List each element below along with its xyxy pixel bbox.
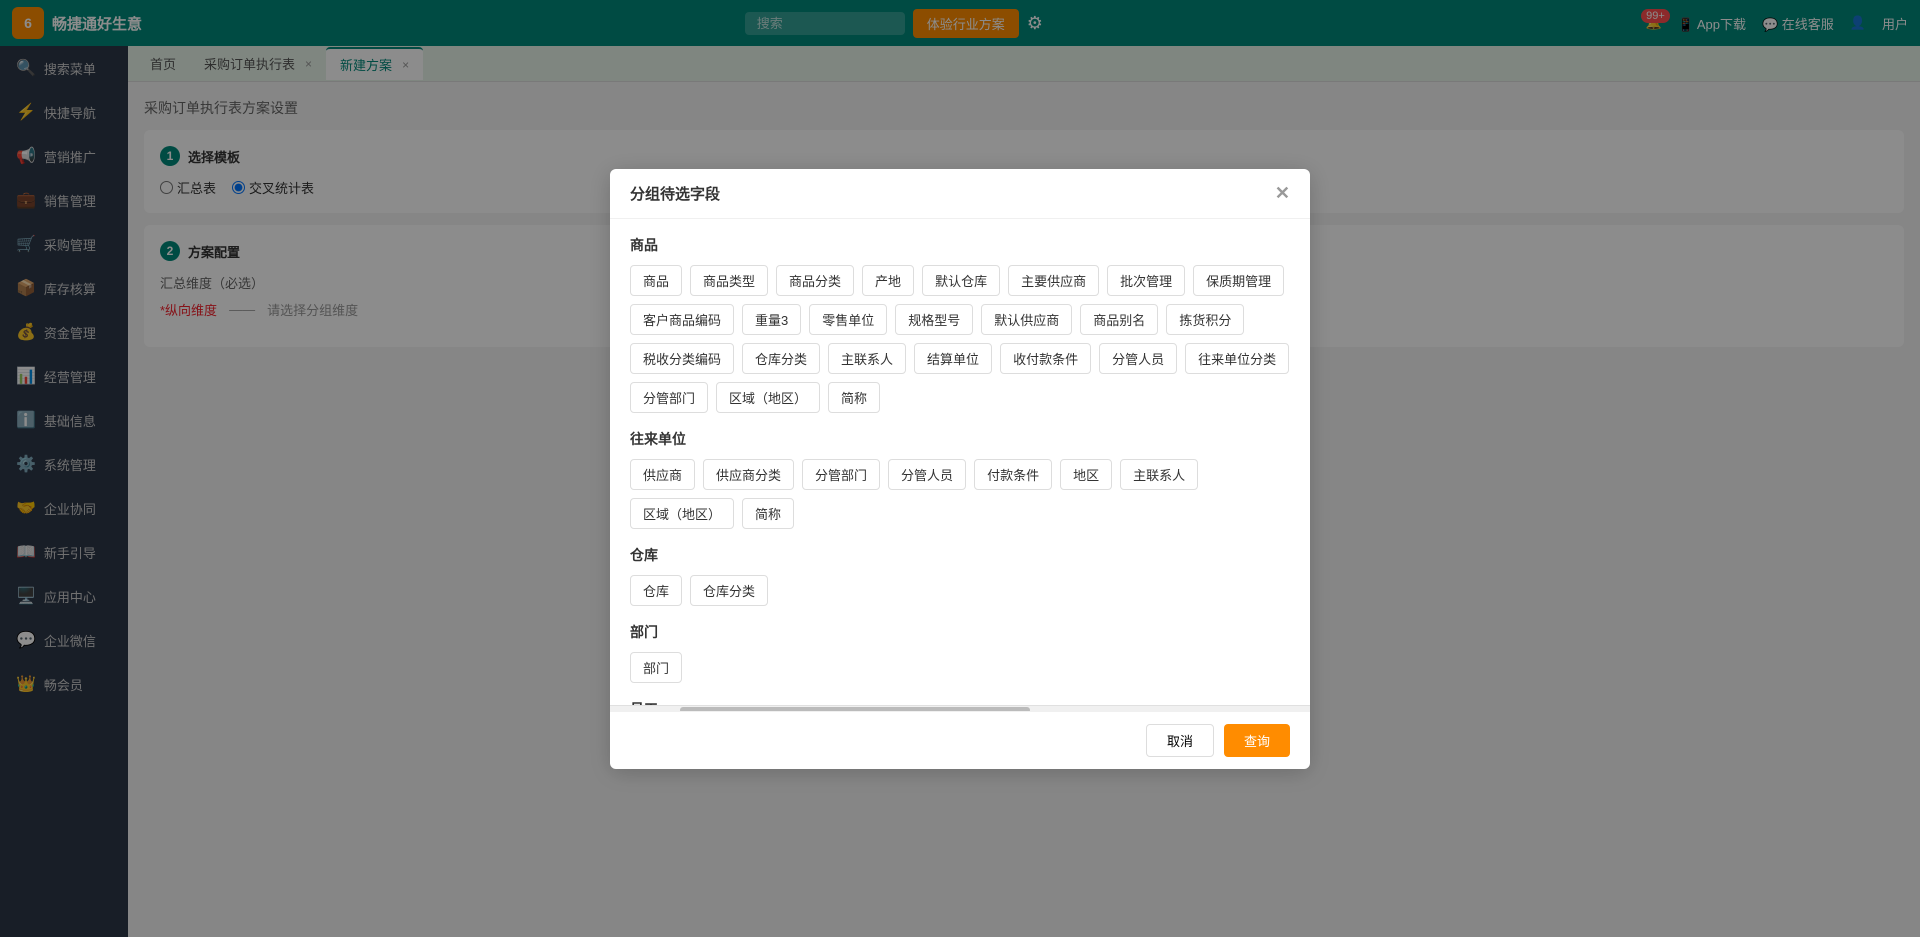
- field-warehouse[interactable]: 仓库: [630, 575, 682, 606]
- field-product[interactable]: 商品: [630, 265, 682, 296]
- modal-title: 分组待选字段: [630, 183, 720, 204]
- field-region-product[interactable]: 区域（地区）: [716, 382, 820, 413]
- field-retail-unit[interactable]: 零售单位: [809, 304, 887, 335]
- section-warehouse-fields: 仓库 仓库分类: [630, 575, 1290, 606]
- field-default-warehouse[interactable]: 默认仓库: [922, 265, 1000, 296]
- field-customer-code[interactable]: 客户商品编码: [630, 304, 734, 335]
- section-partner: 往来单位 供应商 供应商分类 分管部门 分管人员 付款条件 地区 主联系人 区域…: [630, 429, 1290, 529]
- section-partner-title: 往来单位: [630, 429, 1290, 449]
- field-batch-mgmt[interactable]: 批次管理: [1107, 265, 1185, 296]
- field-spec-model[interactable]: 规格型号: [895, 304, 973, 335]
- field-product-type[interactable]: 商品类型: [690, 265, 768, 296]
- modal-footer: 取消 查询: [610, 711, 1310, 769]
- field-product-alias[interactable]: 商品别名: [1080, 304, 1158, 335]
- field-pick-points[interactable]: 拣货积分: [1166, 304, 1244, 335]
- modal-overlay: 分组待选字段 ✕ 商品 商品 商品类型 商品分类 产地 默认仓库 主要供应商 批…: [0, 0, 1920, 937]
- field-settlement-unit[interactable]: 结算单位: [914, 343, 992, 374]
- field-partner-supervisor[interactable]: 分管人员: [888, 459, 966, 490]
- field-tax-code[interactable]: 税收分类编码: [630, 343, 734, 374]
- field-warehouse-category[interactable]: 仓库分类: [742, 343, 820, 374]
- field-payment-terms[interactable]: 收付款条件: [1000, 343, 1091, 374]
- section-partner-fields: 供应商 供应商分类 分管部门 分管人员 付款条件 地区 主联系人 区域（地区） …: [630, 459, 1290, 529]
- section-product-title: 商品: [630, 235, 1290, 255]
- field-main-contact[interactable]: 主联系人: [828, 343, 906, 374]
- modal-body[interactable]: 商品 商品 商品类型 商品分类 产地 默认仓库 主要供应商 批次管理 保质期管理…: [610, 219, 1310, 705]
- field-payment-condition[interactable]: 付款条件: [974, 459, 1052, 490]
- modal-header: 分组待选字段 ✕: [610, 169, 1310, 219]
- modal-horizontal-scrollbar[interactable]: [610, 705, 1310, 711]
- field-partner-category[interactable]: 往来单位分类: [1185, 343, 1289, 374]
- field-supervisor[interactable]: 分管人员: [1099, 343, 1177, 374]
- section-product-fields: 商品 商品类型 商品分类 产地 默认仓库 主要供应商 批次管理 保质期管理 客户…: [630, 265, 1290, 413]
- confirm-button[interactable]: 查询: [1224, 724, 1290, 757]
- section-dept-title: 部门: [630, 622, 1290, 642]
- field-region-partner[interactable]: 区域（地区）: [630, 498, 734, 529]
- field-expiry-mgmt[interactable]: 保质期管理: [1193, 265, 1284, 296]
- modal-close-button[interactable]: ✕: [1275, 183, 1290, 204]
- field-supplier-category[interactable]: 供应商分类: [703, 459, 794, 490]
- cancel-button[interactable]: 取消: [1146, 724, 1214, 757]
- field-partner-dept[interactable]: 分管部门: [802, 459, 880, 490]
- field-product-category[interactable]: 商品分类: [776, 265, 854, 296]
- field-area[interactable]: 地区: [1060, 459, 1112, 490]
- field-select-modal: 分组待选字段 ✕ 商品 商品 商品类型 商品分类 产地 默认仓库 主要供应商 批…: [610, 169, 1310, 769]
- field-dept[interactable]: 部门: [630, 652, 682, 683]
- field-supplier[interactable]: 供应商: [630, 459, 695, 490]
- field-abbr-product[interactable]: 简称: [828, 382, 880, 413]
- field-default-supplier[interactable]: 默认供应商: [981, 304, 1072, 335]
- field-warehouse-type[interactable]: 仓库分类: [690, 575, 768, 606]
- section-product: 商品 商品 商品类型 商品分类 产地 默认仓库 主要供应商 批次管理 保质期管理…: [630, 235, 1290, 413]
- section-dept: 部门 部门: [630, 622, 1290, 683]
- field-main-supplier[interactable]: 主要供应商: [1008, 265, 1099, 296]
- field-abbr-partner[interactable]: 简称: [742, 498, 794, 529]
- modal-scrollbar-thumb: [680, 707, 1030, 711]
- field-weight3[interactable]: 重量3: [742, 304, 801, 335]
- field-partner-contact[interactable]: 主联系人: [1120, 459, 1198, 490]
- section-warehouse: 仓库 仓库 仓库分类: [630, 545, 1290, 606]
- field-dept-mgmt[interactable]: 分管部门: [630, 382, 708, 413]
- field-origin[interactable]: 产地: [862, 265, 914, 296]
- section-dept-fields: 部门: [630, 652, 1290, 683]
- section-warehouse-title: 仓库: [630, 545, 1290, 565]
